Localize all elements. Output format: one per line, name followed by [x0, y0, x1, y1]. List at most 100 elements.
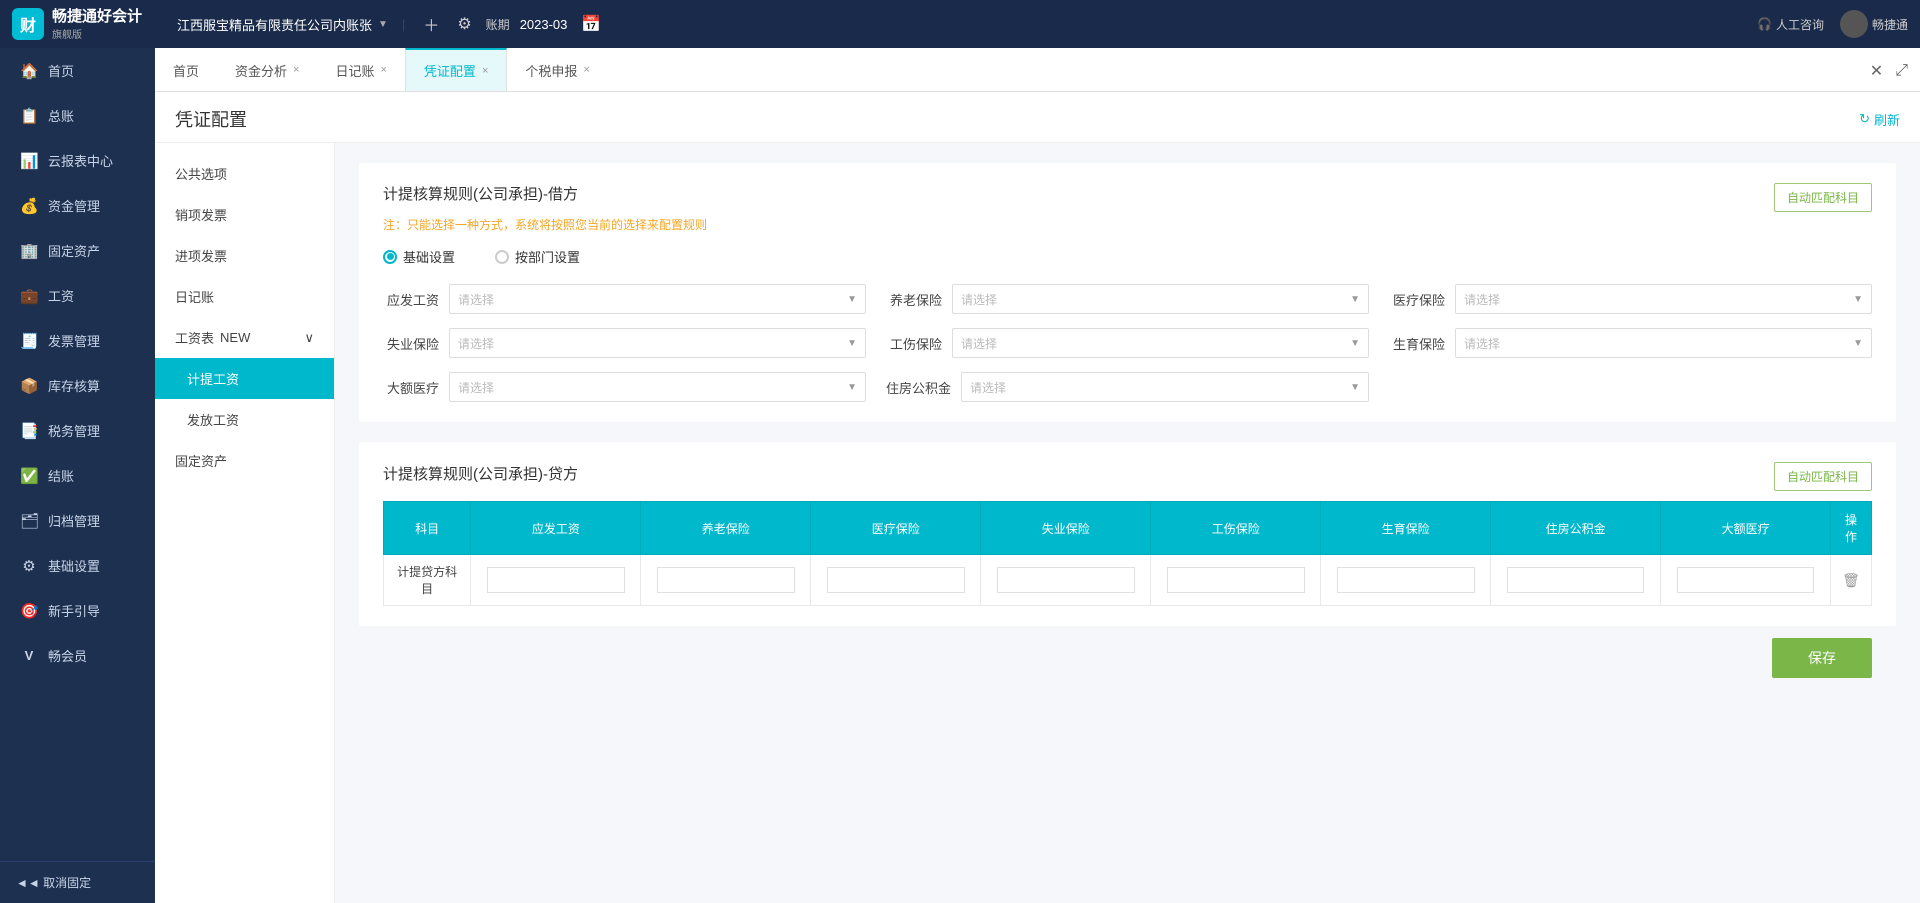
large-medical-select[interactable]: 请选择 ▼ — [449, 372, 866, 402]
col-gross-salary: 应发工资 — [471, 502, 641, 555]
user-area[interactable]: 畅捷通 — [1840, 10, 1908, 38]
sidebar-item-archive[interactable]: 🗂 归档管理 — [0, 498, 155, 543]
sidebar-item-salary-label: 工资 — [48, 286, 74, 305]
sidebar-item-inventory[interactable]: 📦 库存核算 — [0, 363, 155, 408]
cell-medical[interactable] — [811, 555, 981, 606]
cell-housing-fund[interactable] — [1491, 555, 1661, 606]
field-housing-fund: 住房公积金 请选择 ▼ — [886, 372, 1369, 402]
sidebar-item-guide[interactable]: 🎯 新手引导 — [0, 588, 155, 633]
input-pension[interactable] — [657, 567, 795, 593]
unemployment-placeholder: 请选择 — [458, 335, 494, 352]
calendar-icon[interactable]: 📅 — [577, 10, 605, 38]
tab-tax-report-close[interactable]: × — [583, 64, 589, 76]
tab-voucher-config[interactable]: 凭证配置 × — [405, 48, 507, 91]
company-selector[interactable]: 江西服宝精品有限责任公司内账张 ▼ — [177, 15, 388, 34]
medical-select[interactable]: 请选择 ▼ — [1455, 284, 1872, 314]
cell-action: 🗑 — [1831, 555, 1872, 606]
field-medical: 医疗保险 请选择 ▼ — [1389, 284, 1872, 314]
workinjury-select[interactable]: 请选择 ▼ — [952, 328, 1369, 358]
left-nav-salary-table-group[interactable]: 工资表 NEW ∨ — [155, 317, 334, 358]
col-subject: 科目 — [384, 502, 471, 555]
delete-row-icon[interactable]: 🗑 — [1842, 572, 1860, 588]
left-nav-fixed-assets[interactable]: 固定资产 — [155, 440, 334, 481]
sidebar-item-member[interactable]: V 畅会员 — [0, 633, 155, 678]
refresh-button[interactable]: ↻ 刷新 — [1859, 110, 1900, 129]
radio-dept-settings[interactable]: 按部门设置 — [495, 247, 580, 266]
sidebar-item-tax[interactable]: 📑 税务管理 — [0, 408, 155, 453]
sidebar-item-basic[interactable]: ⚙ 基础设置 — [0, 543, 155, 588]
tab-home[interactable]: 首页 — [155, 48, 217, 91]
sidebar-item-funds[interactable]: 💰 资金管理 — [0, 183, 155, 228]
large-medical-arrow: ▼ — [847, 382, 857, 393]
col-workinjury: 工伤保险 — [1151, 502, 1321, 555]
left-nav-calc-salary[interactable]: 计提工资 — [155, 358, 334, 399]
tab-journal-close[interactable]: × — [380, 64, 386, 76]
left-nav-pay-salary[interactable]: 发放工资 — [155, 399, 334, 440]
page-header: 凭证配置 ↻ 刷新 — [155, 92, 1920, 143]
left-nav-purchase-invoice[interactable]: 进项发票 — [155, 235, 334, 276]
sidebar-item-salary[interactable]: 💼 工资 — [0, 273, 155, 318]
sidebar-item-assets[interactable]: 🏢 固定资产 — [0, 228, 155, 273]
col-unemployment: 失业保险 — [981, 502, 1151, 555]
input-maternity[interactable] — [1337, 567, 1475, 593]
cell-unemployment[interactable] — [981, 555, 1151, 606]
maternity-select[interactable]: 请选择 ▼ — [1455, 328, 1872, 358]
tab-expand-icon[interactable]: ⤢ — [1895, 62, 1908, 90]
unemployment-select[interactable]: 请选择 ▼ — [449, 328, 866, 358]
tab-fund-analysis-close[interactable]: × — [293, 64, 299, 76]
tab-voucher-config-close[interactable]: × — [482, 65, 488, 77]
debit-auto-match-button[interactable]: 自动匹配科目 — [1774, 183, 1872, 212]
debit-form-grid: 应发工资 请选择 ▼ 养老保险 请选择 ▼ — [383, 284, 1872, 402]
cell-pension[interactable] — [641, 555, 811, 606]
sidebar-item-funds-label: 资金管理 — [48, 196, 100, 215]
period-value: 2023-03 — [520, 17, 568, 32]
cell-maternity[interactable] — [1321, 555, 1491, 606]
credit-auto-match-button[interactable]: 自动匹配科目 — [1774, 462, 1872, 491]
radio-basic-settings[interactable]: 基础设置 — [383, 247, 455, 266]
input-gross-salary[interactable] — [487, 567, 625, 593]
left-nav-sales-invoice[interactable]: 销项发票 — [155, 194, 334, 235]
col-pension: 养老保险 — [641, 502, 811, 555]
home-icon: 🏠 — [20, 62, 38, 80]
input-unemployment[interactable] — [997, 567, 1135, 593]
housing-fund-placeholder: 请选择 — [970, 379, 1006, 396]
top-right-area: 🎧 人工咨询 畅捷通 — [1757, 10, 1908, 38]
sidebar-item-ledger[interactable]: 📋 总账 — [0, 93, 155, 138]
cell-gross-salary[interactable] — [471, 555, 641, 606]
sidebar-item-invoice[interactable]: 🧾 发票管理 — [0, 318, 155, 363]
unemployment-label: 失业保险 — [383, 334, 439, 353]
cell-workinjury[interactable] — [1151, 555, 1321, 606]
app-name: 畅捷通好会计 — [52, 8, 142, 26]
input-medical[interactable] — [827, 567, 965, 593]
new-badge: NEW — [220, 330, 250, 345]
tab-fund-analysis[interactable]: 资金分析 × — [217, 48, 317, 91]
pension-select[interactable]: 请选择 ▼ — [952, 284, 1369, 314]
save-button[interactable]: 保存 — [1772, 638, 1872, 678]
add-icon[interactable]: ＋ — [419, 8, 443, 40]
gross-salary-select[interactable]: 请选择 ▼ — [449, 284, 866, 314]
sidebar-item-close-label: 结账 — [48, 466, 74, 485]
medical-label: 医疗保险 — [1389, 290, 1445, 309]
left-nav-public[interactable]: 公共选项 — [155, 153, 334, 194]
tab-close-icon[interactable]: ✕ — [1870, 61, 1883, 91]
radio-basic-circle — [383, 250, 397, 264]
cancel-fixed-button[interactable]: ◄◄ 取消固定 — [0, 861, 155, 903]
sidebar-item-inventory-label: 库存核算 — [48, 376, 100, 395]
sidebar-item-close[interactable]: ✅ 结账 — [0, 453, 155, 498]
input-large-medical[interactable] — [1677, 567, 1815, 593]
input-workinjury[interactable] — [1167, 567, 1305, 593]
sidebar-item-reports[interactable]: 📊 云报表中心 — [0, 138, 155, 183]
sidebar-item-home[interactable]: 🏠 首页 — [0, 48, 155, 93]
settings-icon[interactable]: ⚙ — [453, 10, 475, 38]
page-title: 凭证配置 — [175, 106, 247, 132]
housing-fund-select[interactable]: 请选择 ▼ — [961, 372, 1369, 402]
app-version: 旗舰版 — [52, 26, 142, 41]
left-nav-journal[interactable]: 日记账 — [155, 276, 334, 317]
logo-icon: 财 — [12, 8, 44, 40]
service-button[interactable]: 🎧 人工咨询 — [1757, 16, 1824, 33]
cell-large-medical[interactable] — [1661, 555, 1831, 606]
tab-tax-report[interactable]: 个税申报 × — [507, 48, 607, 91]
col-large-medical: 大额医疗 — [1661, 502, 1831, 555]
input-housing-fund[interactable] — [1507, 567, 1645, 593]
tab-journal[interactable]: 日记账 × — [317, 48, 404, 91]
